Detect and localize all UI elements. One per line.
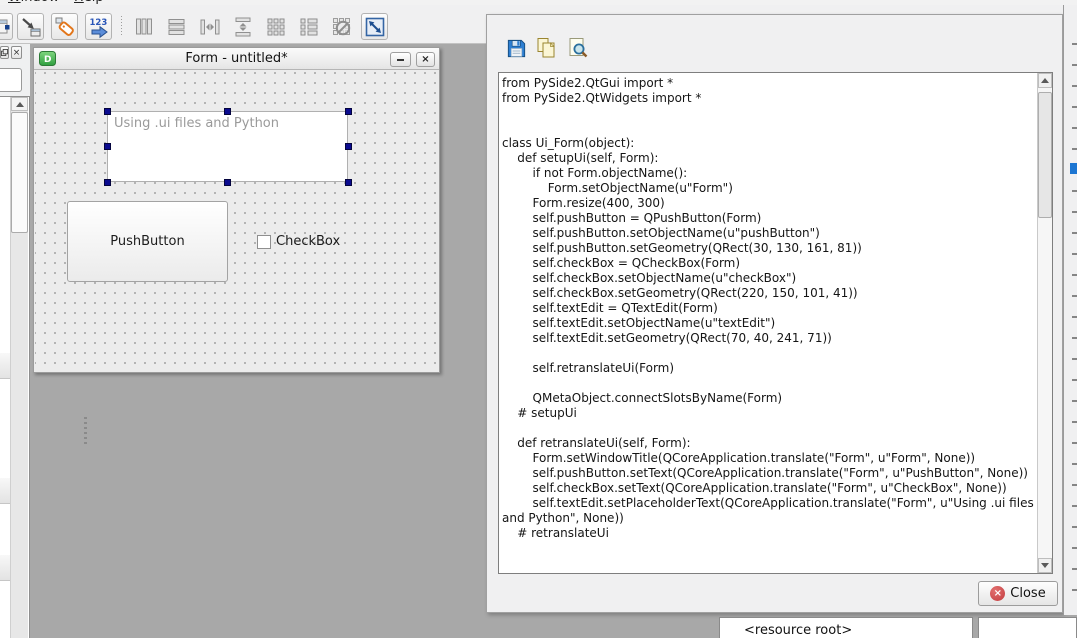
minimize-icon [397, 59, 404, 61]
resource-root-item[interactable]: <resource root> [744, 623, 852, 638]
edit-widgets-button[interactable] [0, 13, 13, 40]
textedit-placeholder: Using .ui files and Python [114, 116, 279, 131]
break-layout-icon [330, 15, 354, 39]
break-layout-button[interactable] [328, 13, 355, 40]
float-panel-icon [1, 49, 8, 56]
edit-widgets-icon [0, 15, 12, 39]
right-edge-dock-fragment [1063, 5, 1077, 615]
save-button[interactable] [503, 35, 529, 61]
widget-box-dock: × [0, 44, 30, 638]
adjust-size-icon [363, 15, 387, 39]
form-window-title: Form - untitled* [34, 51, 439, 66]
menu-window[interactable]: Window [8, 0, 59, 5]
splitter-handle-dots [84, 417, 87, 445]
edit-tab-order-button[interactable]: 123 [85, 13, 112, 40]
splitter-horizontal-icon [198, 15, 222, 39]
designed-textedit[interactable]: Using .ui files and Python [107, 111, 348, 182]
grid-layout-icon [264, 15, 288, 39]
code-preview-dialog: from PySide2.QtGui import * from PySide2… [486, 14, 1063, 613]
save-icon [505, 37, 528, 60]
close-panel-icon: × [13, 48, 21, 58]
selection-handle[interactable] [345, 143, 352, 150]
checkbox-label: CheckBox [276, 234, 340, 249]
toolbar-separator [121, 16, 122, 37]
copy-icon [534, 36, 558, 60]
svg-text:123: 123 [89, 18, 107, 28]
widget-box-item[interactable] [0, 555, 10, 581]
tick-marks [1072, 43, 1077, 608]
selection-handle[interactable] [104, 108, 111, 115]
layout-grid-button[interactable] [262, 13, 289, 40]
copy-button[interactable] [533, 35, 559, 61]
form-minimize-button[interactable] [390, 52, 411, 67]
resource-browser-panel: <resource root> [719, 617, 973, 638]
layout-horizontal-bars-icon [132, 15, 156, 39]
arrow-up-icon [1041, 78, 1049, 83]
arrow-up-icon [16, 102, 24, 107]
layout-horizontally-button[interactable] [130, 13, 157, 40]
widget-box-item[interactable] [0, 353, 10, 379]
tab-order-123-icon: 123 [87, 15, 111, 39]
selected-row-fragment [1070, 163, 1077, 174]
checkbox-indicator[interactable] [257, 235, 271, 249]
menu-help[interactable]: Help [74, 0, 104, 5]
resource-browser-side-panel [978, 617, 1077, 638]
scroll-down-button[interactable] [1038, 558, 1052, 573]
scroll-up-button[interactable] [11, 97, 28, 111]
edit-buddies-button[interactable] [51, 13, 78, 40]
widget-box-item[interactable] [0, 478, 10, 504]
scroll-up-button[interactable] [1038, 73, 1052, 88]
form-window-titlebar[interactable]: D Form - untitled* × [34, 48, 439, 70]
pushbutton-label: PushButton [110, 234, 184, 249]
selection-handle[interactable] [104, 179, 111, 186]
form-close-button[interactable]: × [416, 52, 435, 67]
dock-float-button[interactable] [0, 46, 9, 59]
splitter-vertical-icon [231, 15, 255, 39]
layout-vertically-button[interactable] [163, 13, 190, 40]
scrollbar-thumb[interactable] [11, 112, 28, 233]
close-dialog-button[interactable]: × Close [978, 581, 1058, 606]
selection-handle[interactable] [345, 108, 352, 115]
layout-form-button[interactable] [295, 13, 322, 40]
arrow-down-icon [1041, 563, 1049, 568]
edit-signals-slots-button[interactable] [17, 13, 44, 40]
selection-handle[interactable] [104, 143, 111, 150]
adjust-size-button[interactable] [361, 13, 388, 40]
widget-box-scrollbar[interactable] [10, 97, 28, 638]
selection-handle[interactable] [224, 179, 231, 186]
generated-code-view[interactable]: from PySide2.QtGui import * from PySide2… [498, 72, 1053, 574]
find-button[interactable] [565, 35, 591, 61]
dock-close-button[interactable]: × [11, 46, 22, 59]
widget-box-list[interactable] [0, 96, 30, 638]
close-button-label: Close [1010, 586, 1045, 601]
layout-vertical-bars-icon [165, 15, 189, 39]
scrollbar-thumb[interactable] [1038, 92, 1052, 218]
form-layout-icon [297, 15, 321, 39]
layout-horizontal-splitter-button[interactable] [196, 13, 223, 40]
form-designer-window: D Form - untitled* × Using .ui files and… [33, 47, 440, 373]
widget-box-search-input[interactable] [0, 68, 22, 92]
code-scrollbar[interactable] [1037, 73, 1052, 573]
close-icon: × [421, 54, 429, 65]
selection-handle[interactable] [345, 179, 352, 186]
signal-slot-arrow-icon [19, 15, 43, 39]
buddy-tag-icon [53, 15, 77, 39]
designed-pushbutton[interactable]: PushButton [67, 201, 228, 282]
selection-handle[interactable] [224, 108, 231, 115]
menubar: Window Help [0, 0, 1077, 5]
close-circle-icon: × [990, 586, 1005, 601]
designed-checkbox[interactable]: CheckBox [257, 221, 377, 262]
generated-python-code[interactable]: from PySide2.QtGui import * from PySide2… [499, 73, 1052, 544]
find-icon [566, 36, 590, 60]
layout-vertical-splitter-button[interactable] [229, 13, 256, 40]
